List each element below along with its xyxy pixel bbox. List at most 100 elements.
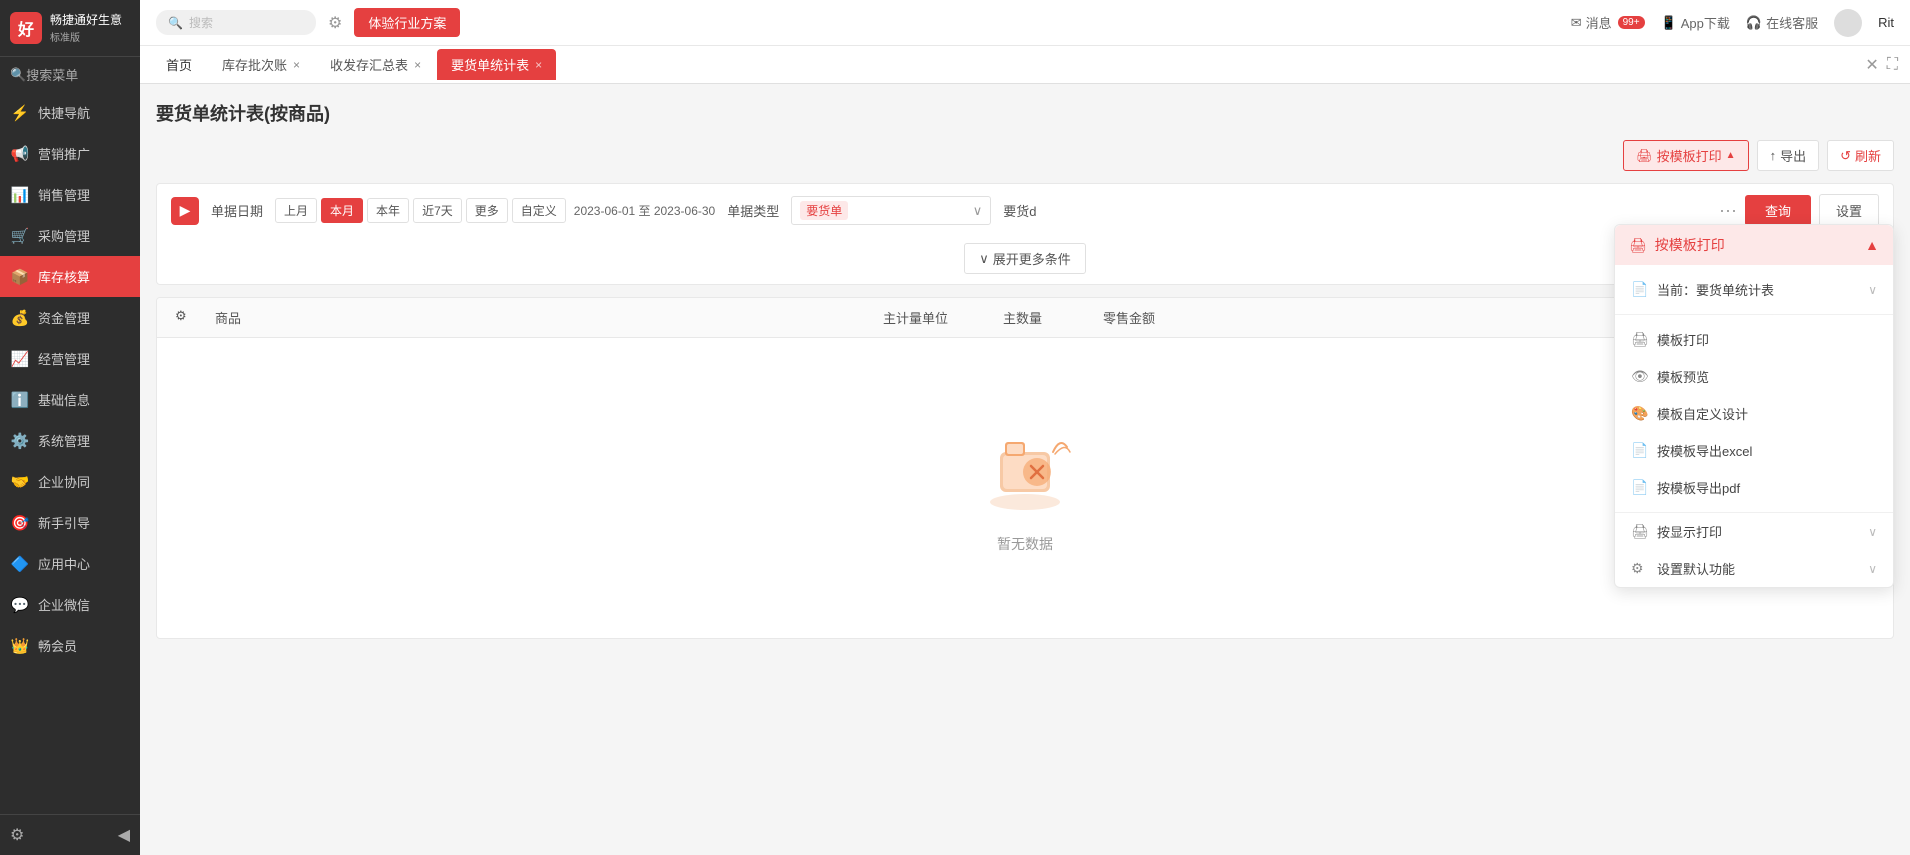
- date-btn-custom[interactable]: 自定义: [512, 198, 566, 223]
- sidebar-item-guide[interactable]: 🎯 新手引导: [0, 502, 140, 543]
- expand-icon: ∨: [979, 251, 989, 267]
- template-print-label: 模板打印: [1657, 330, 1709, 349]
- sidebar-item-quick-nav[interactable]: ⚡ 快捷导航: [0, 92, 140, 133]
- member-icon: 👑: [10, 637, 30, 655]
- sidebar-item-label: 快捷导航: [38, 103, 90, 122]
- marketing-icon: 📢: [10, 145, 30, 163]
- topbar-right: ✉ 消息 99+ 📱 App下载 🎧 在线客服 Rit: [1571, 9, 1894, 37]
- topbar-left: 🔍 搜索 ⚙ 体验行业方案: [156, 8, 460, 37]
- date-btn-this-year[interactable]: 本年: [367, 198, 409, 223]
- template-export-pdf-icon: 📄: [1631, 479, 1647, 496]
- tab-inventory-batch-close[interactable]: ×: [293, 59, 300, 71]
- tab-order-stats[interactable]: 要货单统计表 ×: [437, 49, 556, 80]
- tab-order-stats-close[interactable]: ×: [535, 59, 542, 71]
- sidebar-item-label: 基础信息: [38, 390, 90, 409]
- date-btn-7days[interactable]: 近7天: [413, 198, 462, 223]
- display-print-icon: 🖨: [1631, 523, 1647, 540]
- maximize-tab-button[interactable]: ⛶: [1887, 56, 1898, 74]
- extra-sections: 🖨 按显示打印 ∨ ⚙ 设置默认功能 ∨: [1615, 513, 1893, 587]
- template-preview-label: 模板预览: [1657, 367, 1709, 386]
- empty-text: 暂无数据: [997, 534, 1053, 554]
- filter-expand-button[interactable]: ▶: [171, 197, 199, 225]
- message-label: 消息: [1586, 13, 1612, 32]
- sidebar-item-label: 畅会员: [38, 636, 77, 655]
- template-export-excel-item[interactable]: 📄 按模板导出excel: [1615, 432, 1893, 469]
- template-preview-item[interactable]: 👁 模板预览: [1615, 358, 1893, 395]
- sidebar-item-app-center[interactable]: 🔷 应用中心: [0, 543, 140, 584]
- online-service-button[interactable]: 🎧 在线客服: [1746, 13, 1818, 32]
- sidebar-item-finance[interactable]: 💰 资金管理: [0, 297, 140, 338]
- sidebar-item-member[interactable]: 👑 畅会员: [0, 625, 140, 666]
- sidebar-item-marketing[interactable]: 📢 营销推广: [0, 133, 140, 174]
- filter-row-1: ▶ 单据日期 上月 本月 本年 近7天 更多 自定义 2023-06-01 至 …: [171, 194, 1879, 227]
- topbar-settings-icon[interactable]: ⚙: [328, 13, 342, 33]
- industry-plan-button[interactable]: 体验行业方案: [354, 8, 460, 37]
- export-icon: ↑: [1770, 148, 1777, 163]
- search-top-icon: 🔍: [168, 16, 183, 30]
- message-badge: 99+: [1618, 16, 1645, 29]
- query-button[interactable]: 查询: [1745, 195, 1811, 226]
- current-template-icon: 📄: [1631, 281, 1647, 298]
- current-template-item[interactable]: 📄 当前：要货单统计表 ∨: [1615, 271, 1893, 308]
- sidebar-item-basic[interactable]: ℹ️ 基础信息: [0, 379, 140, 420]
- sidebar-item-purchase[interactable]: 🛒 采购管理: [0, 215, 140, 256]
- tab-inventory-batch[interactable]: 库存批次账 ×: [208, 49, 314, 80]
- expand-conditions-button[interactable]: ∨ 展开更多条件: [964, 243, 1086, 274]
- message-button[interactable]: ✉ 消息 99+: [1571, 13, 1645, 32]
- sidebar-item-operation[interactable]: 📈 经营管理: [0, 338, 140, 379]
- sidebar-item-label: 营销推广: [38, 144, 90, 163]
- print-dropdown: 🖨 按模板打印 ▲ 📄 当前：要货单统计表 ∨ 🖨 模板打印: [1614, 224, 1894, 588]
- content-area: 要货单统计表(按商品) 🖨 按模板打印 ▲ ↑ 导出 ↺ 刷新 ▶ 单据日期: [140, 84, 1910, 855]
- guide-icon: 🎯: [10, 514, 30, 532]
- date-range: 2023-06-01 至 2023-06-30: [574, 202, 715, 219]
- collapse-icon[interactable]: ◀: [118, 825, 130, 845]
- current-template-label: 当前：要货单统计表: [1657, 280, 1774, 299]
- th-quantity: 主数量: [995, 298, 1095, 337]
- settings-button[interactable]: 设置: [1819, 194, 1879, 227]
- main-area: 🔍 搜索 ⚙ 体验行业方案 ✉ 消息 99+ 📱 App下载 🎧 在线客服 Ri…: [140, 0, 1910, 855]
- export-button[interactable]: ↑ 导出: [1757, 140, 1820, 171]
- search-menu[interactable]: 🔍 搜索菜单: [0, 57, 140, 92]
- app-download-button[interactable]: 📱 App下载: [1661, 13, 1730, 32]
- sidebar-item-wechat[interactable]: 💬 企业微信: [0, 584, 140, 625]
- quick-nav-icon: ⚡: [10, 104, 30, 122]
- date-btn-last-month[interactable]: 上月: [275, 198, 317, 223]
- date-btn-this-month[interactable]: 本月: [321, 198, 363, 223]
- refresh-button[interactable]: ↺ 刷新: [1827, 140, 1894, 171]
- current-template-arrow: ∨: [1868, 283, 1877, 297]
- message-icon: ✉: [1571, 15, 1582, 31]
- th-settings[interactable]: ⚙: [167, 298, 207, 337]
- set-default-arrow: ∨: [1868, 562, 1877, 576]
- app-center-icon: 🔷: [10, 555, 30, 573]
- cooperation-icon: 🤝: [10, 473, 30, 491]
- sidebar-item-label: 应用中心: [38, 554, 90, 573]
- template-print-item[interactable]: 🖨 模板打印: [1615, 321, 1893, 358]
- template-design-item[interactable]: 🎨 模板自定义设计: [1615, 395, 1893, 432]
- sidebar-item-label: 经营管理: [38, 349, 90, 368]
- tab-receipt-summary[interactable]: 收发存汇总表 ×: [316, 49, 435, 80]
- print-template-button[interactable]: 🖨 按模板打印 ▲: [1623, 140, 1748, 171]
- th-unit: 主计量单位: [875, 298, 995, 337]
- sidebar-item-cooperation[interactable]: 🤝 企业协同: [0, 461, 140, 502]
- template-export-pdf-label: 按模板导出pdf: [1657, 478, 1740, 497]
- type-select[interactable]: 要货单 ∨: [791, 196, 991, 225]
- sidebar-item-system[interactable]: ⚙️ 系统管理: [0, 420, 140, 461]
- sidebar-item-sales[interactable]: 📊 销售管理: [0, 174, 140, 215]
- yaohuodan-tag: 要货单: [800, 201, 848, 220]
- sidebar-item-inventory[interactable]: 📦 库存核算: [0, 256, 140, 297]
- template-export-pdf-item[interactable]: 📄 按模板导出pdf: [1615, 469, 1893, 506]
- chevron-up-icon[interactable]: ▲: [1865, 237, 1879, 253]
- topbar-search[interactable]: 🔍 搜索: [156, 10, 316, 35]
- set-default-section[interactable]: ⚙ 设置默认功能 ∨: [1615, 550, 1893, 587]
- date-btn-more[interactable]: 更多: [466, 198, 508, 223]
- set-default-label: 设置默认功能: [1657, 559, 1735, 578]
- display-print-section[interactable]: 🖨 按显示打印 ∨: [1615, 513, 1893, 550]
- operation-icon: 📈: [10, 350, 30, 368]
- tab-receipt-summary-close[interactable]: ×: [414, 59, 421, 71]
- tab-home[interactable]: 首页: [152, 49, 206, 80]
- th-retail-amount: 零售金额: [1095, 298, 1215, 337]
- logo-icon: 好: [10, 12, 42, 44]
- settings-bottom-icon[interactable]: ⚙: [10, 825, 24, 845]
- more-options-btn[interactable]: ···: [1719, 200, 1737, 221]
- close-tab-button[interactable]: ✕: [1865, 55, 1878, 75]
